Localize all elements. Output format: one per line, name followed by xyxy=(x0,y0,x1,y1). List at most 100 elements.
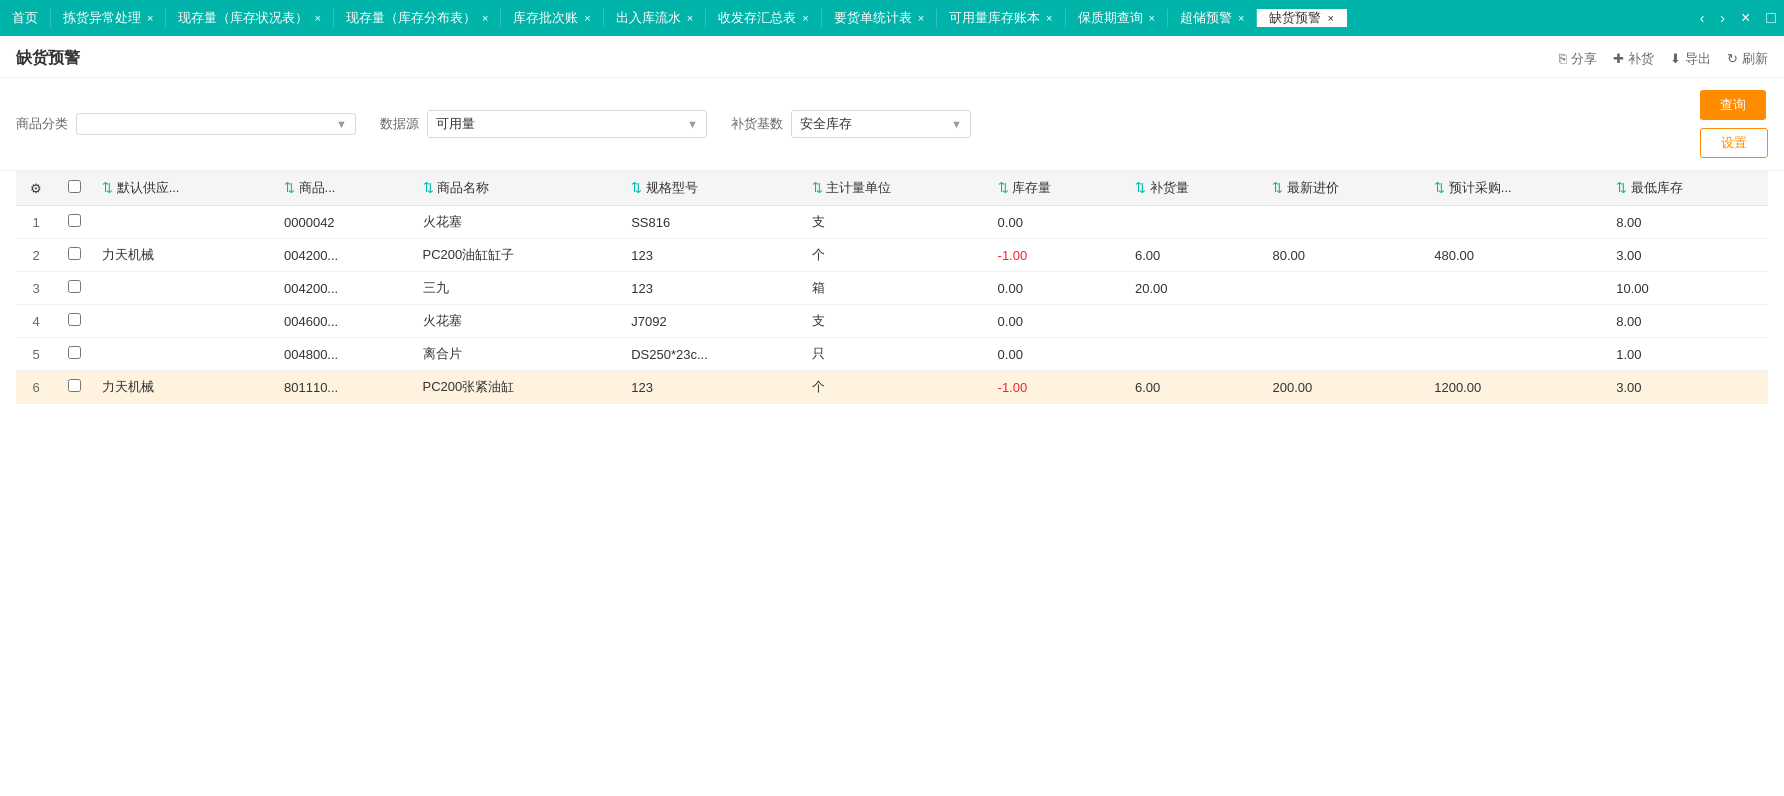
tab-item-inventory-dist[interactable]: 现存量（库存分布表）× xyxy=(334,9,501,27)
share-action[interactable]: ⎘ 分享 xyxy=(1559,50,1597,68)
supplier-column-header[interactable]: ⇅ 默认供应... xyxy=(92,171,274,206)
tab-maximize-button[interactable]: □ xyxy=(1758,0,1784,36)
tab-item-overstock[interactable]: 超储预警× xyxy=(1168,9,1257,27)
spec-column-header[interactable]: ⇅ 规格型号 xyxy=(621,171,801,206)
refresh-action[interactable]: ↻ 刷新 xyxy=(1727,50,1768,68)
tab-item-expiry-query[interactable]: 保质期查询 × xyxy=(1066,9,1168,27)
replenish-icon: ✚ xyxy=(1613,51,1624,66)
tab-close-abnormal[interactable]: × xyxy=(147,12,153,24)
replenish-qty-cell: 6.00 xyxy=(1125,239,1262,272)
table-row: 3 004200... 三九 123 箱 0.00 20.00 10.00 xyxy=(16,272,1768,305)
replenish-basis-select[interactable]: 安全库存 ▼ xyxy=(791,110,971,138)
spec-cell: J7092 xyxy=(621,305,801,338)
tab-close-button[interactable]: × xyxy=(1733,0,1758,36)
tab-close-expiry-query[interactable]: × xyxy=(1149,12,1155,24)
sort-icon: ⇅ xyxy=(423,180,434,195)
latest-price-header-label: 最新进价 xyxy=(1287,180,1339,195)
replenish-qty-column-header[interactable]: ⇅ 补货量 xyxy=(1125,171,1262,206)
min-inventory-cell: 3.00 xyxy=(1606,371,1768,404)
table-row: 5 004800... 离合片 DS250*23c... 只 0.00 1.00 xyxy=(16,338,1768,371)
replenish-action[interactable]: ✚ 补货 xyxy=(1613,50,1654,68)
tab-close-inout-flow[interactable]: × xyxy=(687,12,693,24)
tab-close-shortage[interactable]: × xyxy=(1327,12,1333,24)
product-code-cell: 004200... xyxy=(274,239,413,272)
checkbox-column-header[interactable] xyxy=(56,171,92,206)
tab-label-available-ledger: 可用量库存账本 xyxy=(949,9,1040,27)
row-checkbox[interactable] xyxy=(68,313,81,326)
tab-label-batch-account: 库存批次账 xyxy=(513,9,578,27)
estimated-purchase-column-header[interactable]: ⇅ 预计采购... xyxy=(1424,171,1606,206)
latest-price-cell: 200.00 xyxy=(1262,371,1424,404)
row-checkbox[interactable] xyxy=(68,247,81,260)
latest-price-column-header[interactable]: ⇅ 最新进价 xyxy=(1262,171,1424,206)
spec-cell: DS250*23c... xyxy=(621,338,801,371)
inventory-column-header[interactable]: ⇅ 库存量 xyxy=(988,171,1125,206)
export-action[interactable]: ⬇ 导出 xyxy=(1670,50,1711,68)
main-content: 缺货预警 ⎘ 分享 ✚ 补货 ⬇ 导出 ↻ 刷新 商品分类 xyxy=(0,36,1784,796)
tab-close-overstock[interactable]: × xyxy=(1238,12,1244,24)
tab-item-home[interactable]: 首页 xyxy=(0,9,51,27)
tab-close-inventory-status[interactable]: × xyxy=(314,12,320,24)
tab-next-button[interactable]: › xyxy=(1712,0,1733,36)
row-checkbox[interactable] xyxy=(68,346,81,359)
select-all-checkbox[interactable] xyxy=(68,180,81,193)
row-checkbox-cell[interactable] xyxy=(56,239,92,272)
page-title: 缺货预警 xyxy=(16,48,80,69)
tab-label-expiry-query: 保质期查询 xyxy=(1078,9,1143,27)
export-label: 导出 xyxy=(1685,50,1711,68)
tab-item-abnormal[interactable]: 拣货异常处理× xyxy=(51,9,166,27)
tab-close-receipt-summary[interactable]: × xyxy=(802,12,808,24)
tab-prev-button[interactable]: ‹ xyxy=(1692,0,1713,36)
min-inventory-column-header[interactable]: ⇅ 最低库存 xyxy=(1606,171,1768,206)
estimated-purchase-cell xyxy=(1424,338,1606,371)
row-num-cell: 4 xyxy=(16,305,56,338)
product-name-column-header[interactable]: ⇅ 商品名称 xyxy=(413,171,622,206)
row-checkbox-cell[interactable] xyxy=(56,272,92,305)
product-code-column-header[interactable]: ⇅ 商品... xyxy=(274,171,413,206)
table-container: ⚙ ⇅ 默认供应... ⇅ 商品... ⇅ 商品名称 xyxy=(0,171,1784,404)
product-code-cell: 004200... xyxy=(274,272,413,305)
category-select[interactable]: ▼ xyxy=(76,113,356,135)
supplier-cell xyxy=(92,206,274,239)
tab-item-receipt-summary[interactable]: 收发存汇总表× xyxy=(706,9,821,27)
settings-button[interactable]: 设置 xyxy=(1700,128,1768,158)
query-button[interactable]: 查询 xyxy=(1700,90,1766,120)
unit-column-header[interactable]: ⇅ 主计量单位 xyxy=(802,171,988,206)
row-checkbox-cell[interactable] xyxy=(56,371,92,404)
share-label: 分享 xyxy=(1571,50,1597,68)
row-checkbox-cell[interactable] xyxy=(56,206,92,239)
table-row: 4 004600... 火花塞 J7092 支 0.00 8.00 xyxy=(16,305,1768,338)
sort-icon: ⇅ xyxy=(1135,180,1146,195)
tab-item-shortage[interactable]: 缺货预警× xyxy=(1257,9,1346,27)
tab-item-batch-account[interactable]: 库存批次账 × xyxy=(501,9,603,27)
row-checkbox[interactable] xyxy=(68,379,81,392)
datasource-label: 数据源 xyxy=(380,115,419,133)
row-checkbox[interactable] xyxy=(68,280,81,293)
row-checkbox-cell[interactable] xyxy=(56,338,92,371)
product-code-cell: 0000042 xyxy=(274,206,413,239)
datasource-select[interactable]: 可用量 ▼ xyxy=(427,110,707,138)
settings-column-header[interactable]: ⚙ xyxy=(16,171,56,206)
inventory-cell: 0.00 xyxy=(988,206,1125,239)
product-name-header-label: 商品名称 xyxy=(437,180,489,195)
estimated-purchase-cell xyxy=(1424,206,1606,239)
product-code-header-label: 商品... xyxy=(299,180,336,195)
inventory-cell: -1.00 xyxy=(988,239,1125,272)
tab-close-demand-stat[interactable]: × xyxy=(918,12,924,24)
row-num-cell: 3 xyxy=(16,272,56,305)
product-code-cell: 004800... xyxy=(274,338,413,371)
tab-close-batch-account[interactable]: × xyxy=(584,12,590,24)
tab-item-inout-flow[interactable]: 出入库流水× xyxy=(604,9,706,27)
tab-item-inventory-status[interactable]: 现存量（库存状况表）× xyxy=(166,9,333,27)
replenish-label: 补货 xyxy=(1628,50,1654,68)
tab-item-available-ledger[interactable]: 可用量库存账本 × xyxy=(937,9,1065,27)
tab-item-demand-stat[interactable]: 要货单统计表× xyxy=(822,9,937,27)
tab-close-available-ledger[interactable]: × xyxy=(1046,12,1052,24)
supplier-cell xyxy=(92,272,274,305)
product-code-cell: 004600... xyxy=(274,305,413,338)
row-checkbox[interactable] xyxy=(68,214,81,227)
row-checkbox-cell[interactable] xyxy=(56,305,92,338)
estimated-purchase-cell: 1200.00 xyxy=(1424,371,1606,404)
tab-close-inventory-dist[interactable]: × xyxy=(482,12,488,24)
replenish-qty-header-label: 补货量 xyxy=(1150,180,1189,195)
